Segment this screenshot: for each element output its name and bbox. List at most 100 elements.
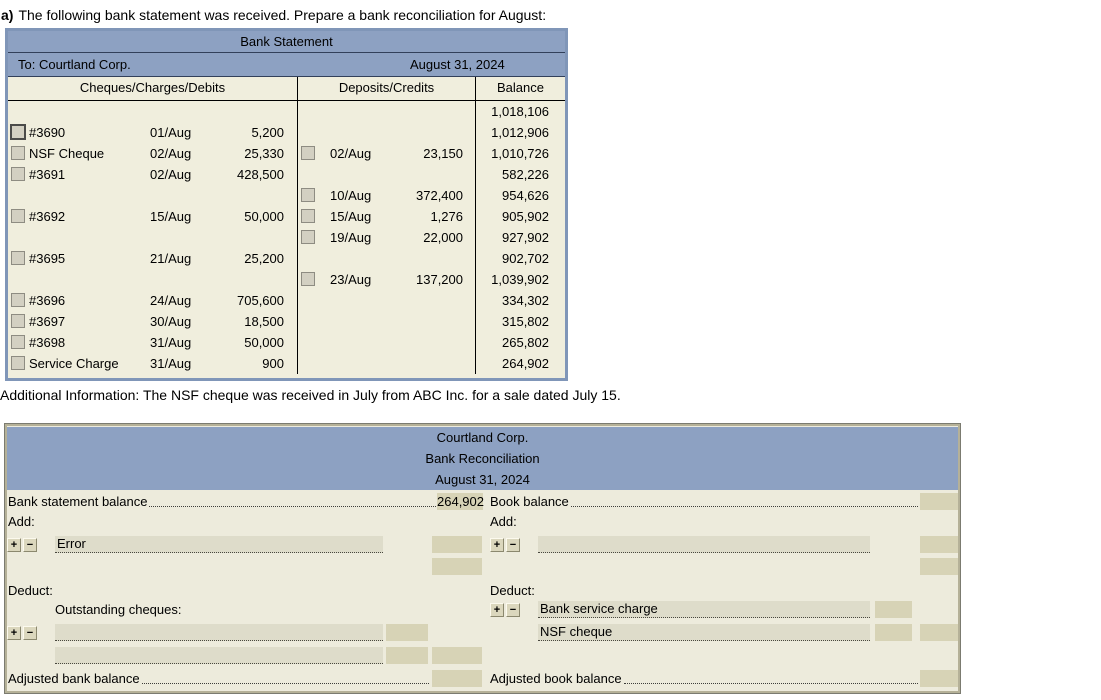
right-deduct-total-input[interactable]: [920, 624, 958, 641]
statement-balance-value: 902,702: [502, 248, 549, 269]
statement-deposit-amount: 1,276: [430, 206, 463, 227]
book-balance-input[interactable]: [920, 493, 958, 510]
statement-row: #369730/Aug18,500 315,802: [8, 311, 565, 332]
left-add-item-input[interactable]: Error: [55, 536, 383, 553]
cheque-checkbox[interactable]: [11, 251, 25, 265]
bank-statement-subheader: To: Courtland Corp. August 31, 2024: [8, 53, 565, 77]
statement-balance-value: 1,039,902: [491, 269, 549, 290]
statement-cheque-date: 15/Aug: [150, 206, 191, 227]
deposits-cell: [297, 353, 475, 374]
statement-deposit-date: 15/Aug: [330, 206, 371, 227]
adjusted-bank-balance-label: Adjusted bank balance: [8, 671, 140, 687]
bank-statement-balance-input[interactable]: 264,902: [437, 493, 483, 510]
bank-statement-balance-row: Bank statement balance: [8, 494, 436, 510]
balance-cell: 954,626: [475, 185, 565, 206]
statement-column-headers: Cheques/Charges/Debits Deposits/Credits …: [8, 77, 565, 101]
adjusted-bank-balance-row: Adjusted bank balance: [8, 671, 429, 687]
right-deduct-minus-button[interactable]: −: [506, 603, 520, 617]
statement-cheque-date: 31/Aug: [150, 332, 191, 353]
statement-deposit-date: 02/Aug: [330, 143, 371, 164]
left-add-amount-input[interactable]: [432, 536, 482, 553]
left-add-plus-button[interactable]: +: [7, 538, 21, 552]
instruction-line: a) The following bank statement was recei…: [1, 7, 546, 23]
right-add-total-input[interactable]: [920, 558, 958, 575]
left-deduct-total-input[interactable]: [432, 647, 482, 664]
deposits-cell: [297, 332, 475, 353]
balance-cell: 927,902: [475, 227, 565, 248]
outstanding-cheque-1-amount-input[interactable]: [386, 624, 428, 641]
outstanding-cheque-2-amount-input[interactable]: [386, 647, 428, 664]
instruction-prefix: a): [1, 7, 13, 23]
deposit-checkbox[interactable]: [301, 146, 315, 160]
cheque-checkbox[interactable]: [11, 167, 25, 181]
statement-cheque-desc: #3692: [29, 206, 65, 227]
statement-balance-value: 265,802: [502, 332, 549, 353]
adjusted-bank-balance-input[interactable]: [432, 670, 482, 687]
cheques-cell: [8, 227, 297, 248]
statement-cheque-amount: 18,500: [244, 311, 284, 332]
statement-row: #369102/Aug428,500582,226: [8, 164, 565, 185]
right-add-label: Add:: [490, 514, 517, 529]
bank-service-charge-input[interactable]: Bank service charge: [538, 601, 870, 618]
statement-deposit-amount: 23,150: [423, 143, 463, 164]
outstanding-minus-button[interactable]: −: [23, 626, 37, 640]
right-add-item-input[interactable]: [538, 536, 870, 553]
balance-cell: 1,010,726: [475, 143, 565, 164]
instruction-text: The following bank statement was receive…: [18, 7, 546, 23]
book-balance-row: Book balance: [490, 494, 918, 510]
cheques-cell: NSF Cheque02/Aug25,330: [8, 143, 297, 164]
deposit-checkbox[interactable]: [301, 209, 315, 223]
statement-deposit-amount: 22,000: [423, 227, 463, 248]
right-add-minus-button[interactable]: −: [506, 538, 520, 552]
cheques-cell: Service Charge31/Aug900: [8, 353, 297, 374]
nsf-amount-input[interactable]: [875, 624, 912, 641]
outstanding-cheque-1-input[interactable]: [55, 624, 383, 641]
dotted-leader: [571, 494, 918, 507]
outstanding-plus-button[interactable]: +: [7, 626, 21, 640]
outstanding-cheque-2-input[interactable]: [55, 647, 383, 664]
cheque-checkbox[interactable]: [11, 335, 25, 349]
left-add-minus-button[interactable]: −: [23, 538, 37, 552]
statement-row: 19/Aug22,000927,902: [8, 227, 565, 248]
left-deduct-label: Deduct:: [8, 583, 53, 598]
deposit-checkbox[interactable]: [301, 188, 315, 202]
cheques-cell: #369521/Aug25,200: [8, 248, 297, 269]
col-header-cheques: Cheques/Charges/Debits: [8, 77, 297, 101]
statement-cheque-desc: #3690: [29, 122, 65, 143]
statement-deposit-amount: 137,200: [416, 269, 463, 290]
statement-cheque-amount: 900: [262, 353, 284, 374]
balance-cell: 334,302: [475, 290, 565, 311]
deposits-cell: 15/Aug 1,276: [297, 206, 475, 227]
col-header-deposits: Deposits/Credits: [297, 77, 475, 101]
cheque-checkbox[interactable]: [11, 356, 25, 370]
cheque-checkbox[interactable]: [11, 293, 25, 307]
deposit-checkbox[interactable]: [301, 272, 315, 286]
statement-cheque-desc: #3696: [29, 290, 65, 311]
statement-balance-value: 315,802: [502, 311, 549, 332]
book-balance-label: Book balance: [490, 494, 569, 510]
right-add-plus-button[interactable]: +: [490, 538, 504, 552]
statement-cheque-amount: 25,200: [244, 248, 284, 269]
statement-row: 1,018,106: [8, 101, 565, 122]
left-add-total-input[interactable]: [432, 558, 482, 575]
adjusted-book-balance-input[interactable]: [920, 670, 958, 687]
service-charge-amount-input[interactable]: [875, 601, 912, 618]
deposits-cell: 10/Aug372,400: [297, 185, 475, 206]
cheques-cell: #369730/Aug18,500: [8, 311, 297, 332]
cheques-cell: #369831/Aug50,000: [8, 332, 297, 353]
cheque-checkbox[interactable]: [11, 209, 25, 223]
nsf-cheque-input[interactable]: NSF cheque: [538, 624, 870, 641]
right-add-amount-input[interactable]: [920, 536, 958, 553]
cheques-cell: [8, 269, 297, 290]
cheque-checkbox[interactable]: [11, 314, 25, 328]
right-deduct-plus-button[interactable]: +: [490, 603, 504, 617]
cheque-checkbox[interactable]: [10, 124, 26, 140]
statement-balance-value: 1,010,726: [491, 143, 549, 164]
statement-cheque-desc: #3697: [29, 311, 65, 332]
deposit-checkbox[interactable]: [301, 230, 315, 244]
statement-row: 10/Aug372,400954,626: [8, 185, 565, 206]
balance-cell: 265,802: [475, 332, 565, 353]
statement-balance-value: 582,226: [502, 164, 549, 185]
cheque-checkbox[interactable]: [11, 146, 25, 160]
company-name: Courtland Corp.: [7, 427, 958, 448]
